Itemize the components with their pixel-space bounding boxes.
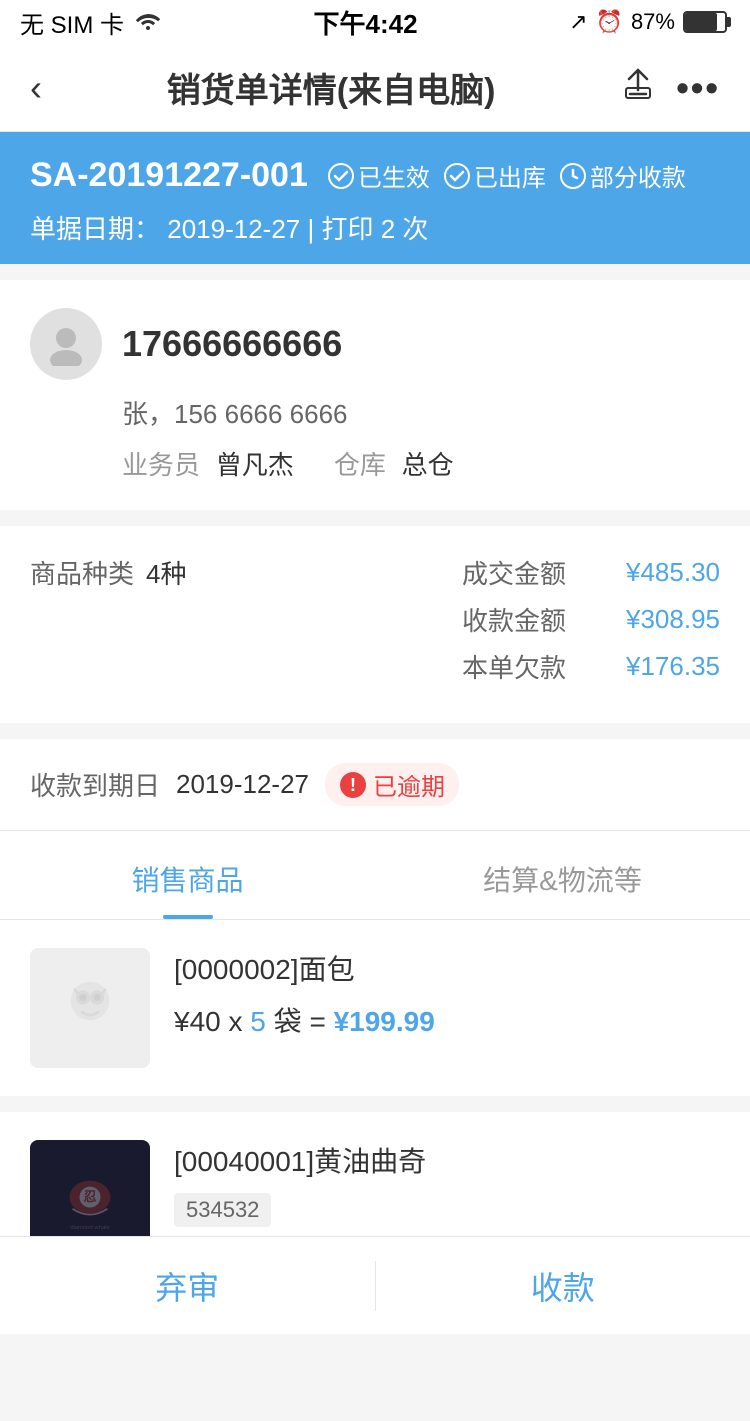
status-tag-shipped: 已出库: [444, 158, 546, 193]
product-name-1: [0000002]面包: [174, 948, 720, 988]
customer-section: 17666666666 张，156 6666 6666 业务员 曾凡杰 仓库 总…: [0, 280, 750, 510]
product-name-2: [00040001]黄油曲奇: [174, 1140, 720, 1180]
print-unit: 次: [402, 214, 428, 244]
page-title: 销货单详情(来自电脑): [167, 63, 496, 112]
carrier-text: 无 SIM 卡: [20, 5, 124, 40]
owed-value: ¥176.35: [626, 651, 720, 682]
tab-settlement-label: 结算&物流等: [483, 865, 642, 896]
order-date: 2019-12-27: [167, 214, 300, 244]
status-left: 无 SIM 卡: [20, 5, 162, 40]
svg-text:忍: 忍: [84, 1189, 97, 1204]
product-info-1: [0000002]面包 ¥40 x 5 袋 = ¥199.99: [174, 948, 720, 1040]
collect-payment-button[interactable]: 收款: [376, 1237, 750, 1334]
product-tag-2: 534532: [174, 1193, 271, 1227]
qty-1: 5: [250, 1006, 266, 1037]
product-types-value: 4种: [146, 554, 186, 591]
cancel-review-button[interactable]: 弃审: [0, 1237, 375, 1334]
customer-top: 17666666666: [30, 308, 720, 380]
overdue-badge: ! 已逾期: [325, 763, 459, 806]
print-count: 2: [381, 214, 395, 244]
avatar: [30, 308, 102, 380]
unit-1: 袋: [274, 1006, 302, 1037]
product-price-1: ¥40 x 5 袋 = ¥199.99: [174, 1000, 720, 1040]
amount-value: ¥485.30: [626, 557, 720, 588]
amount-label: 成交金额: [462, 554, 566, 591]
due-label: 收款到期日: [30, 766, 160, 803]
product-item: [0000002]面包 ¥40 x 5 袋 = ¥199.99: [0, 920, 750, 1096]
battery-icon: [683, 11, 730, 33]
gps-icon: ↗: [569, 9, 587, 35]
status-right: ↗ ⏰ 87%: [569, 9, 730, 35]
order-id: SA-20191227-001: [30, 156, 308, 195]
salesperson-label: 业务员: [122, 450, 200, 480]
owed-item: 本单欠款 ¥176.35: [462, 648, 720, 685]
tabs-bar: 销售商品 结算&物流等: [0, 831, 750, 920]
more-icon[interactable]: •••: [676, 67, 720, 109]
svg-text:diamond whale: diamond whale: [70, 1225, 109, 1231]
product-thumb-1: [30, 948, 150, 1068]
customer-name: 17666666666: [122, 323, 342, 365]
salesperson-value: 曾凡杰: [216, 450, 294, 480]
status-time: 下午4:42: [314, 4, 418, 41]
status-tag-effective: 已生效: [328, 158, 430, 193]
product-types-label: 商品种类: [30, 554, 134, 591]
summary-section: 商品种类 4种 成交金额 ¥485.30 收款金额 ¥308.95 本单欠款 ¥…: [0, 526, 750, 723]
warehouse-value: 总仓: [402, 450, 454, 480]
back-button[interactable]: ‹: [30, 67, 42, 109]
header-banner: SA-20191227-001 已生效 已出库 部分收款 单据日期： 2019-…: [0, 132, 750, 264]
summary-row: 商品种类 4种 成交金额 ¥485.30 收款金额 ¥308.95 本单欠款 ¥…: [30, 554, 720, 695]
product-types-item: 商品种类 4种: [30, 554, 186, 591]
tab-sales-products-label: 销售商品: [131, 865, 243, 896]
bottom-bar: 弃审 收款: [0, 1236, 750, 1334]
due-section: 收款到期日 2019-12-27 ! 已逾期: [0, 739, 750, 831]
summary-left: 商品种类 4种: [30, 554, 186, 601]
share-icon[interactable]: [620, 66, 656, 109]
owed-label: 本单欠款: [462, 648, 566, 685]
banner-date-row: 单据日期： 2019-12-27 | 打印 2 次: [30, 209, 720, 246]
date-label: 单据日期：: [30, 214, 160, 244]
nav-actions: •••: [620, 66, 720, 109]
print-label: 打印: [321, 214, 373, 244]
status-bar: 无 SIM 卡 下午4:42 ↗ ⏰ 87%: [0, 0, 750, 44]
status-tag-partial: 部分收款: [560, 158, 686, 193]
battery-percent: 87%: [631, 9, 675, 35]
received-value: ¥308.95: [626, 604, 720, 635]
price-base-1: ¥40: [174, 1006, 221, 1037]
customer-meta: 业务员 曾凡杰 仓库 总仓: [30, 445, 720, 482]
tab-sales-products[interactable]: 销售商品: [0, 831, 375, 919]
warehouse-label: 仓库: [334, 450, 386, 480]
alarm-icon: ⏰: [596, 9, 623, 35]
nav-bar: ‹ 销货单详情(来自电脑) •••: [0, 44, 750, 132]
status-tags: 已生效 已出库 部分收款: [328, 158, 686, 193]
overdue-text: 已逾期: [373, 767, 445, 802]
received-item: 收款金额 ¥308.95: [462, 601, 720, 638]
tab-settlement[interactable]: 结算&物流等: [375, 831, 750, 919]
received-label: 收款金额: [462, 601, 566, 638]
due-date-value: 2019-12-27: [176, 769, 309, 800]
svg-text:!: !: [350, 775, 356, 795]
total-1: ¥199.99: [334, 1006, 435, 1037]
wifi-icon: [134, 8, 162, 37]
customer-contact: 张，156 6666 6666: [30, 394, 720, 431]
summary-right: 成交金额 ¥485.30 收款金额 ¥308.95 本单欠款 ¥176.35: [462, 554, 720, 695]
amount-item: 成交金额 ¥485.30: [462, 554, 720, 591]
